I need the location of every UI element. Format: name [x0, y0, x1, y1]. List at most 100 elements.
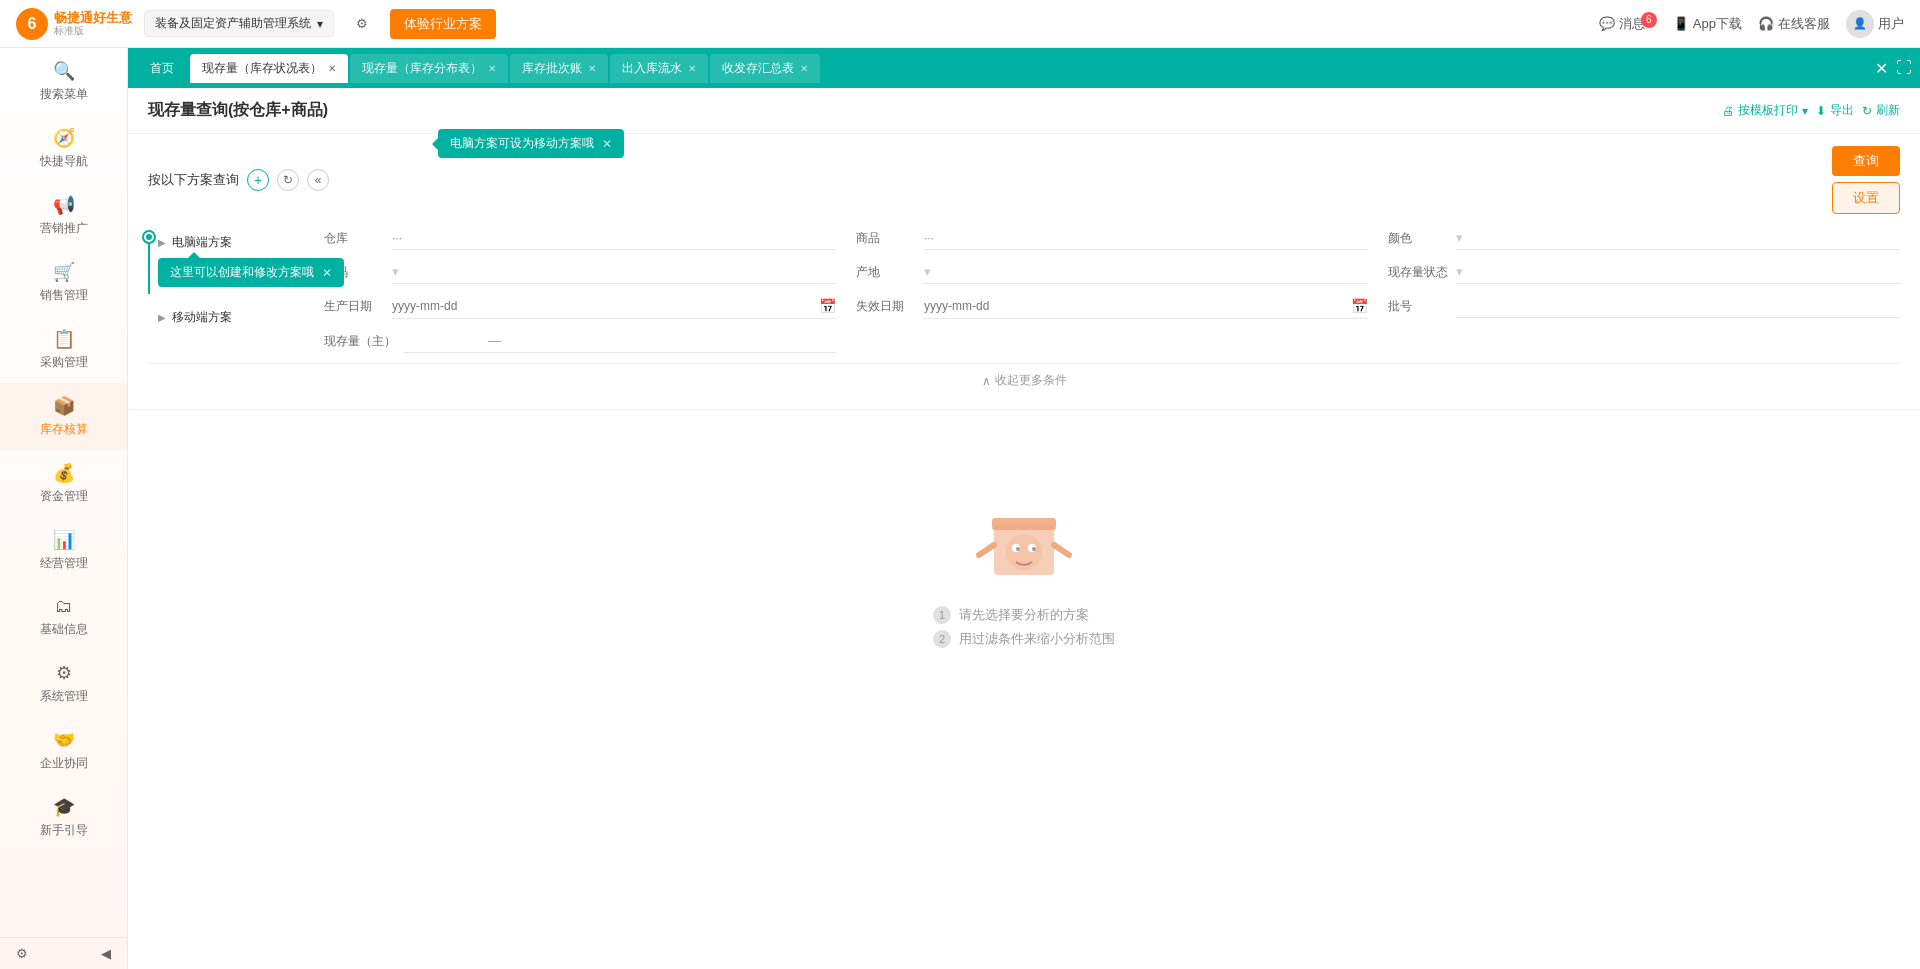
- tab-flow[interactable]: 出入库流水 ✕: [610, 54, 708, 83]
- refresh-btn[interactable]: ↻ 刷新: [1862, 102, 1900, 119]
- guide-icon: 🎓: [53, 796, 75, 818]
- page-title: 现存量查询(按仓库+商品): [148, 100, 328, 121]
- app-label: App下载: [1693, 15, 1742, 33]
- refresh-label: 刷新: [1876, 102, 1900, 119]
- sidebar-item-operations-label: 经营管理: [40, 555, 88, 572]
- export-btn[interactable]: ⬇ 导出: [1816, 102, 1854, 119]
- tooltip-scheme-create: 这里可以创建和修改方案哦 ✕: [158, 258, 344, 287]
- tab-inventory-status-close[interactable]: ✕: [328, 63, 336, 74]
- svg-line-7: [979, 545, 994, 555]
- tab-batch[interactable]: 库存批次账 ✕: [510, 54, 608, 83]
- production-date-calendar-icon[interactable]: 📅: [819, 298, 836, 314]
- tab-flow-close[interactable]: ✕: [688, 63, 696, 74]
- tab-batch-close[interactable]: ✕: [588, 63, 596, 74]
- sidebar-item-nav[interactable]: 🧭 快捷导航: [0, 115, 127, 182]
- color-select[interactable]: ▾: [1456, 226, 1900, 250]
- logo-icon-text: 6: [28, 15, 37, 33]
- sidebar-item-operations[interactable]: 📊 经营管理: [0, 517, 127, 584]
- origin-select[interactable]: ▾: [924, 260, 1368, 284]
- finance-icon: 💰: [53, 462, 75, 484]
- warehouse-select[interactable]: ···: [392, 227, 836, 250]
- app-container: 6 畅捷通好生意 标准版 装备及固定资产辅助管理系统 ▾ ⚙ 体验行业方案 💬 …: [0, 0, 1920, 969]
- filter-refresh-btn[interactable]: ↻: [277, 169, 299, 191]
- tab-summary-label: 收发存汇总表: [722, 60, 794, 77]
- print-icon: 🖨: [1722, 104, 1734, 118]
- tab-summary[interactable]: 收发存汇总表 ✕: [710, 54, 820, 83]
- sidebar-item-purchase[interactable]: 📋 采购管理: [0, 316, 127, 383]
- tooltip-scheme-create-text: 这里可以创建和修改方案哦: [170, 264, 314, 281]
- sidebar-item-marketing[interactable]: 📢 营销推广: [0, 182, 127, 249]
- tab-inventory-dist-close[interactable]: ✕: [488, 63, 496, 74]
- size-select[interactable]: ▾: [392, 260, 836, 284]
- tab-fullscreen-icon[interactable]: ⛶: [1896, 59, 1912, 78]
- production-date-label: 生产日期: [324, 298, 384, 315]
- tab-expand-icon[interactable]: ✕: [1875, 59, 1888, 78]
- page-inner: 现存量查询(按仓库+商品) 🖨 按模板打印 ▾ ⬇ 导出: [128, 88, 1920, 969]
- sidebar-item-search-label: 搜索菜单: [40, 86, 88, 103]
- sidebar-item-enterprise[interactable]: 🤝 企业协同: [0, 717, 127, 784]
- filter-batch: 批号: [1388, 294, 1900, 319]
- step-1-text: 请先选择要分析的方案: [959, 606, 1089, 624]
- sidebar-item-enterprise-label: 企业协同: [40, 755, 88, 772]
- sidebar-item-search[interactable]: 🔍 搜索菜单: [0, 48, 127, 115]
- system-selector[interactable]: 装备及固定资产辅助管理系统 ▾: [144, 10, 334, 37]
- filter-goods: 商品 ···: [856, 226, 1368, 250]
- user-item[interactable]: 👤 用户: [1846, 10, 1904, 38]
- sidebar-item-system[interactable]: ⚙ 系统管理: [0, 650, 127, 717]
- sidebar-item-inventory[interactable]: 📦 库存核算: [0, 383, 127, 450]
- settings-icon-btn[interactable]: ⚙: [346, 8, 378, 40]
- top-bar: 6 畅捷通好生意 标准版 装备及固定资产辅助管理系统 ▾ ⚙ 体验行业方案 💬 …: [0, 0, 1920, 48]
- sidebar-item-system-label: 系统管理: [40, 688, 88, 705]
- expiry-date-calendar-icon[interactable]: 📅: [1351, 298, 1368, 314]
- sidebar-item-sales[interactable]: 🛒 销售管理: [0, 249, 127, 316]
- notification-item[interactable]: 💬 消息 6: [1599, 15, 1657, 33]
- sidebar-settings-icon[interactable]: ⚙: [16, 946, 28, 961]
- goods-select[interactable]: ···: [924, 227, 1368, 250]
- batch-input[interactable]: [1456, 295, 1900, 318]
- filter-warehouse: 仓库 ···: [324, 226, 836, 250]
- tab-home[interactable]: 首页: [136, 54, 188, 83]
- print-arrow: ▾: [1802, 104, 1808, 118]
- app-download-item[interactable]: 📱 App下载: [1673, 15, 1742, 33]
- tab-inventory-status-label: 现存量（库存状况表）: [202, 60, 322, 77]
- search-btn[interactable]: 查询: [1832, 146, 1900, 176]
- stock-status-select[interactable]: ▾: [1456, 260, 1900, 284]
- sidebar-item-basic[interactable]: 🗂 基础信息: [0, 584, 127, 650]
- main-layout: 🔍 搜索菜单 🧭 快捷导航 📢 营销推广 🛒 销售管理 📋 采购管理 📦: [0, 48, 1920, 969]
- print-btn[interactable]: 🖨 按模板打印 ▾: [1722, 102, 1808, 119]
- tab-batch-label: 库存批次账: [522, 60, 582, 77]
- mobile-scheme-item[interactable]: ▶ 移动端方案: [158, 305, 308, 330]
- filter-add-btn[interactable]: +: [247, 169, 269, 191]
- goods-more: ···: [924, 231, 934, 245]
- svg-point-6: [1032, 547, 1036, 551]
- origin-arrow: ▾: [924, 264, 931, 279]
- svg-rect-1: [992, 518, 1056, 530]
- production-date-input[interactable]: [392, 299, 815, 313]
- desktop-scheme-item[interactable]: ▶ 电脑端方案: [158, 230, 308, 255]
- sidebar-item-finance[interactable]: 💰 资金管理: [0, 450, 127, 517]
- industry-btn[interactable]: 体验行业方案: [390, 9, 496, 39]
- tab-summary-close[interactable]: ✕: [800, 63, 808, 74]
- filter-back-btn[interactable]: «: [307, 169, 329, 191]
- filter-row-1: 仓库 ··· 商品 ···: [324, 226, 1900, 250]
- tab-inventory-dist[interactable]: 现存量（库存分布表） ✕: [350, 54, 508, 83]
- reset-btn[interactable]: 设置: [1832, 182, 1900, 214]
- expiry-date-input[interactable]: [924, 299, 1347, 313]
- stock-main-min[interactable]: [404, 334, 484, 348]
- tab-inventory-dist-label: 现存量（库存分布表）: [362, 60, 482, 77]
- stock-status-arrow: ▾: [1456, 264, 1463, 279]
- sidebar-item-basic-label: 基础信息: [40, 621, 88, 638]
- tab-flow-label: 出入库流水: [622, 60, 682, 77]
- tab-inventory-status[interactable]: 现存量（库存状况表） ✕: [190, 54, 348, 83]
- tooltip-scheme-mobile-close[interactable]: ✕: [602, 137, 612, 151]
- collapse-bar[interactable]: ∧ 收起更多条件: [148, 363, 1900, 397]
- sidebar-item-guide[interactable]: 🎓 新手引导: [0, 784, 127, 851]
- tooltip-scheme-create-close[interactable]: ✕: [322, 266, 332, 280]
- support-item[interactable]: 🎧 在线客服: [1758, 15, 1830, 33]
- page-header: 现存量查询(按仓库+商品) 🖨 按模板打印 ▾ ⬇ 导出: [128, 88, 1920, 134]
- filter-production-date: 生产日期 📅: [324, 294, 836, 319]
- sidebar-item-inventory-label: 库存核算: [40, 421, 88, 438]
- sidebar-collapse-icon[interactable]: ◀: [101, 946, 111, 961]
- scheme-tree-column: ▶ 电脑端方案 这里可以创建和修改方案哦 ✕: [148, 226, 308, 363]
- top-bar-right: 💬 消息 6 📱 App下载 🎧 在线客服 👤 用户: [1599, 10, 1904, 38]
